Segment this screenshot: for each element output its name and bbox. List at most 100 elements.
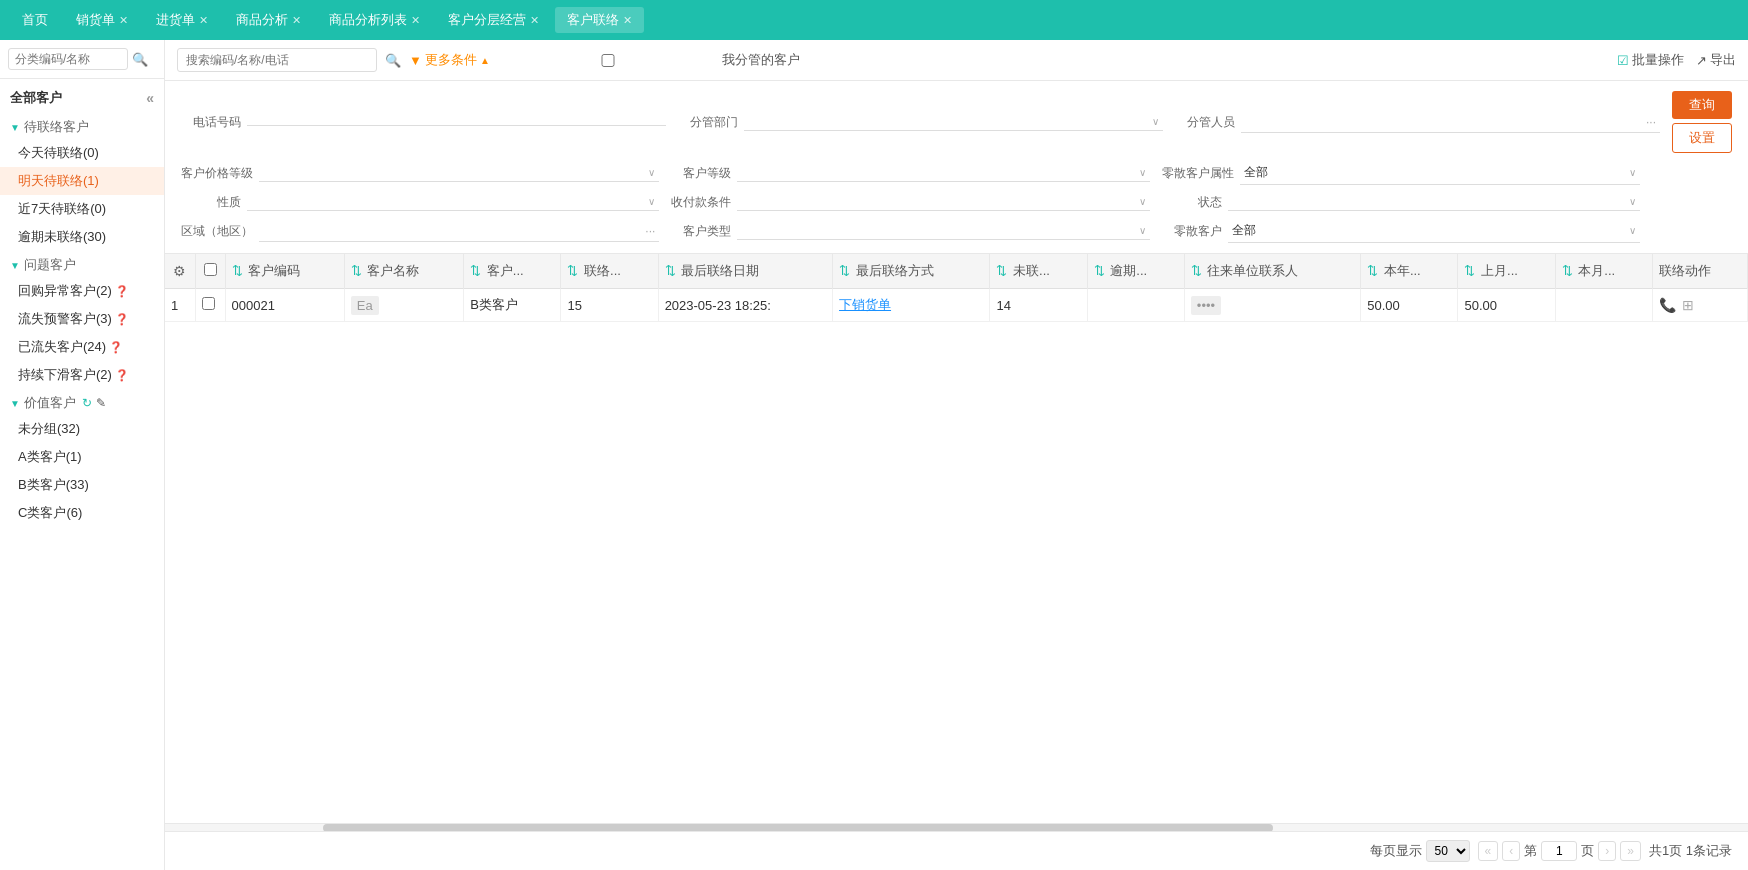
close-product-analysis-icon[interactable]: ✕ <box>292 14 301 27</box>
sidebar-search-input[interactable] <box>8 48 128 70</box>
sidebar-item-class-b[interactable]: B类客户(33) <box>0 471 164 499</box>
sidebar-collapse-icon[interactable]: « <box>146 90 154 106</box>
filter-search-icon[interactable]: 🔍 <box>385 53 401 68</box>
sidebar-item-tomorrow-contact[interactable]: 明天待联络(1) <box>0 167 164 195</box>
close-product-analysis-list-icon[interactable]: ✕ <box>411 14 420 27</box>
dropdown-arrow-icon-9: ∨ <box>1629 225 1636 236</box>
refresh-icon[interactable]: ↻ <box>82 396 92 410</box>
help-icon-4: ❓ <box>115 369 129 381</box>
col-contacts-sort-icon[interactable]: ⇅ <box>567 263 578 278</box>
nav-product-analysis-list[interactable]: 商品分析列表 ✕ <box>317 7 432 33</box>
col-name-sort-icon[interactable]: ⇅ <box>351 263 362 278</box>
horizontal-scrollbar[interactable] <box>165 823 1748 831</box>
sidebar-item-week-contact[interactable]: 近7天待联络(0) <box>0 195 164 223</box>
query-button[interactable]: 查询 <box>1672 91 1732 119</box>
close-purchase-order-icon[interactable]: ✕ <box>199 14 208 27</box>
col-uncontacted-sort-icon[interactable]: ⇅ <box>996 263 1007 278</box>
close-customer-tier-icon[interactable]: ✕ <box>530 14 539 27</box>
nav-home[interactable]: 首页 <box>10 7 60 33</box>
col-last-method-sort-icon[interactable]: ⇅ <box>839 263 850 278</box>
sidebar-item-repurchase-abnormal[interactable]: 回购异常客户(2) ❓ <box>0 277 164 305</box>
dept-dropdown[interactable]: ∨ <box>744 113 1163 131</box>
phone-input[interactable] <box>247 119 666 126</box>
col-this-year-sort-icon[interactable]: ⇅ <box>1367 263 1378 278</box>
filter-row-1: 电话号码 分管部门 ∨ 分管人员 ··· <box>181 91 1732 153</box>
sidebar-search-icon[interactable]: 🔍 <box>132 52 148 67</box>
retail-customer-dropdown[interactable]: 全部 ∨ <box>1228 219 1640 243</box>
gear-icon[interactable]: ⚙ <box>173 263 186 279</box>
retail-attr-dropdown[interactable]: 全部 ∨ <box>1240 161 1640 185</box>
row-checkbox[interactable] <box>195 289 225 322</box>
next-page-btn[interactable]: › <box>1598 841 1616 861</box>
dropdown-arrow-icon-3: ∨ <box>1139 167 1146 178</box>
my-customers-checkbox[interactable]: 我分管的客户 <box>498 51 800 69</box>
payment-terms-dropdown[interactable]: ∨ <box>737 193 1149 211</box>
row-last-month: 50.00 <box>1458 289 1555 322</box>
nav-sales-order[interactable]: 销货单 ✕ <box>64 7 140 33</box>
more-icon[interactable]: ··· <box>1646 115 1656 129</box>
more-conditions-btn[interactable]: ▼ 更多条件 ▲ <box>409 51 490 69</box>
sidebar-item-class-c[interactable]: C类客户(6) <box>0 499 164 527</box>
customer-level-label: 客户等级 <box>671 165 731 182</box>
nature-dropdown[interactable]: ∨ <box>247 193 659 211</box>
phone-action-icon[interactable]: 📞 <box>1659 297 1676 313</box>
filter-customer-level: 客户等级 ∨ <box>671 164 1149 182</box>
status-dropdown[interactable]: ∨ <box>1228 193 1640 211</box>
batch-operation-btn[interactable]: ☑ 批量操作 <box>1617 51 1684 69</box>
nav-customer-contact[interactable]: 客户联络 ✕ <box>555 7 644 33</box>
col-this-month: ⇅ 本月... <box>1555 254 1652 289</box>
col-type-sort-icon[interactable]: ⇅ <box>470 263 481 278</box>
col-gear[interactable]: ⚙ <box>165 254 195 289</box>
manager-input[interactable]: ··· <box>1241 112 1660 133</box>
col-last-date-sort-icon[interactable]: ⇅ <box>665 263 676 278</box>
content-area: 🔍 ▼ 更多条件 ▲ 我分管的客户 ☑ 批量操作 ↗ 导出 <box>165 40 1748 870</box>
col-contact-person-sort-icon[interactable]: ⇅ <box>1191 263 1202 278</box>
row-contacts: 15 <box>561 289 658 322</box>
customer-level-dropdown[interactable]: ∨ <box>737 164 1149 182</box>
sidebar-all-customers[interactable]: 全部客户 « <box>0 83 164 113</box>
sidebar-item-class-a[interactable]: A类客户(1) <box>0 443 164 471</box>
filter-row-3: 性质 ∨ 收付款条件 ∨ 状态 <box>181 193 1732 211</box>
last-page-btn[interactable]: » <box>1620 841 1641 861</box>
row-select-checkbox[interactable] <box>202 297 215 310</box>
prev-page-btn[interactable]: ‹ <box>1502 841 1520 861</box>
edit-value-icon[interactable]: ✎ <box>96 396 106 410</box>
close-customer-contact-icon[interactable]: ✕ <box>623 14 632 27</box>
page-input[interactable] <box>1541 841 1577 861</box>
my-customers-check[interactable] <box>498 54 718 67</box>
nav-purchase-order[interactable]: 进货单 ✕ <box>144 7 220 33</box>
price-level-dropdown[interactable]: ∨ <box>259 164 659 182</box>
customer-table: ⚙ ⇅ 客户编码 ⇅ 客户名称 <box>165 254 1748 322</box>
price-level-label: 客户价格等级 <box>181 165 253 182</box>
settings-button[interactable]: 设置 <box>1672 123 1732 153</box>
region-more-icon[interactable]: ··· <box>645 224 655 238</box>
region-input[interactable]: ··· <box>259 221 659 242</box>
customer-type-dropdown[interactable]: ∨ <box>737 222 1149 240</box>
row-contact-person: •••• <box>1184 289 1360 322</box>
sidebar-item-declining[interactable]: 持续下滑客户(2) ❓ <box>0 361 164 389</box>
search-input[interactable] <box>177 48 377 72</box>
col-last-month-sort-icon[interactable]: ⇅ <box>1464 263 1475 278</box>
export-btn[interactable]: ↗ 导出 <box>1696 51 1736 69</box>
sidebar-item-churn-warning[interactable]: 流失预警客户(3) ❓ <box>0 305 164 333</box>
grid-action-icon[interactable]: ⊞ <box>1682 297 1694 313</box>
close-sales-order-icon[interactable]: ✕ <box>119 14 128 27</box>
sidebar-item-overdue-contact[interactable]: 逾期未联络(30) <box>0 223 164 251</box>
first-page-btn[interactable]: « <box>1478 841 1499 861</box>
sidebar-item-ungrouped[interactable]: 未分组(32) <box>0 415 164 443</box>
sidebar-item-churned[interactable]: 已流失客户(24) ❓ <box>0 333 164 361</box>
select-all-checkbox[interactable] <box>204 263 217 276</box>
filter-retail-customer: 零散客户 全部 ∨ <box>1162 219 1640 243</box>
per-page-dropdown[interactable]: 50 <box>1426 840 1470 862</box>
dropdown-arrow-icon-7: ∨ <box>1629 196 1636 207</box>
col-overdue-sort-icon[interactable]: ⇅ <box>1094 263 1105 278</box>
col-checkbox[interactable] <box>195 254 225 289</box>
col-this-month-sort-icon[interactable]: ⇅ <box>1562 263 1573 278</box>
row-last-date: 2023-05-23 18:25: <box>658 289 832 322</box>
nav-product-analysis[interactable]: 商品分析 ✕ <box>224 7 313 33</box>
nav-customer-tier[interactable]: 客户分层经营 ✕ <box>436 7 551 33</box>
sidebar-item-today-contact[interactable]: 今天待联络(0) <box>0 139 164 167</box>
sidebar-group-pending: ▼ 待联络客户 <box>0 113 164 139</box>
col-code-sort-icon[interactable]: ⇅ <box>232 263 243 278</box>
col-last-method: ⇅ 最后联络方式 <box>833 254 990 289</box>
